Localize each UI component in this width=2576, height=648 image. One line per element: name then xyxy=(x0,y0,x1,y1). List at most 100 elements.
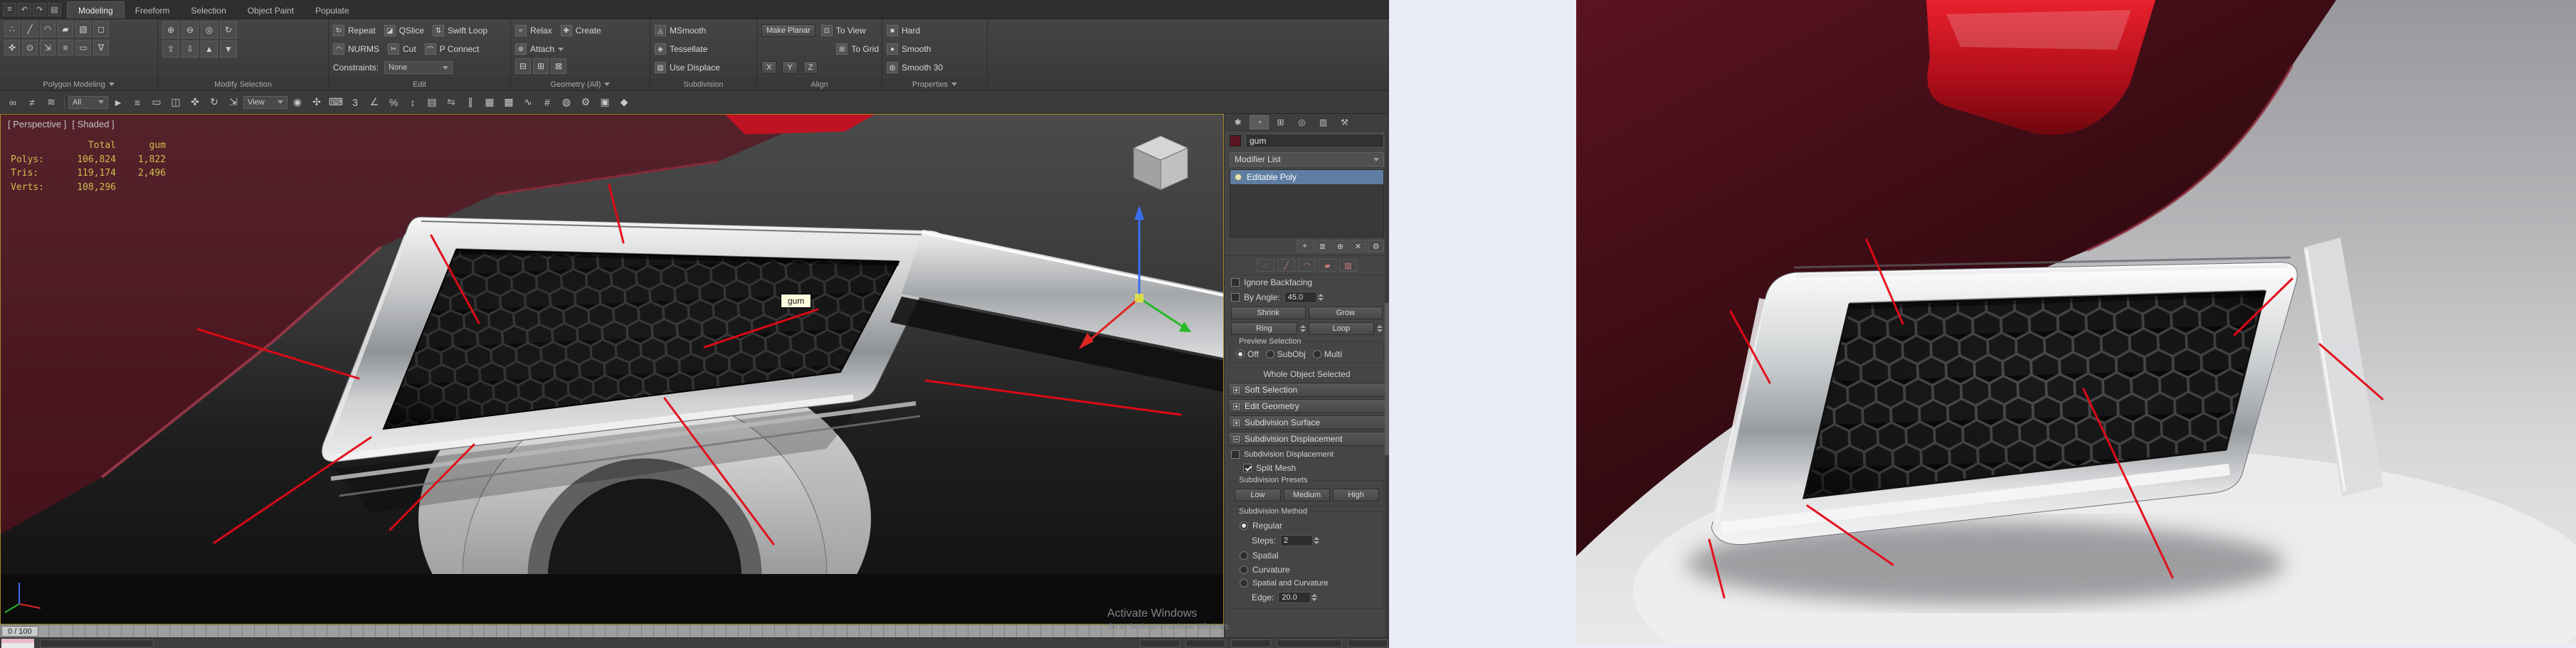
keyboard-override-icon[interactable]: ⌨ xyxy=(327,93,345,112)
panel-label[interactable]: Properties xyxy=(882,78,987,90)
tab-modeling[interactable]: Modeling xyxy=(67,1,125,18)
create-button[interactable]: ✚ Create xyxy=(560,25,601,36)
preview-off-radio[interactable]: Off xyxy=(1236,349,1259,359)
border-mode-icon[interactable]: ◠ xyxy=(40,21,56,37)
element-subobject-icon[interactable]: ▧ xyxy=(1339,259,1357,272)
viewport-pov-label[interactable]: [ Perspective ] xyxy=(8,119,66,129)
rollout-subdivision-displacement[interactable]: Subdivision Displacement xyxy=(1228,432,1385,446)
mirror-icon[interactable]: ⇋ xyxy=(442,93,460,112)
attach-button[interactable]: ⊕ Attach xyxy=(515,43,564,55)
split-mesh-checkbox[interactable] xyxy=(1243,464,1252,472)
render-setup-icon[interactable]: ⚙ xyxy=(576,93,595,112)
expand-selection-icon[interactable]: ⇲ xyxy=(40,40,56,55)
to-grid-button[interactable]: ⊞ To Grid xyxy=(836,43,879,55)
loop-icon[interactable]: ↻ xyxy=(220,21,237,38)
bind-spacewarp-icon[interactable]: ≋ xyxy=(42,93,60,112)
selection-region-icon[interactable]: ▭ xyxy=(147,93,166,112)
tab-selection[interactable]: Selection xyxy=(180,2,236,18)
spinner-snap-icon[interactable]: ↕ xyxy=(403,93,422,112)
named-sets-icon[interactable]: ▤ xyxy=(423,93,441,112)
rollout-soft-selection[interactable]: Soft Selection xyxy=(1228,383,1385,397)
preset-low-button[interactable]: Low xyxy=(1235,489,1281,501)
undo-icon[interactable]: ↶ xyxy=(18,2,31,16)
panel-label[interactable]: Subdivision xyxy=(650,78,756,90)
expand-icon[interactable] xyxy=(1233,419,1240,426)
selection-filter-dropdown[interactable]: All xyxy=(68,95,108,109)
visibility-bulb-icon[interactable] xyxy=(1235,174,1242,181)
coordinate-y-field[interactable] xyxy=(1186,639,1225,647)
motion-tab-icon[interactable]: ◎ xyxy=(1292,115,1311,129)
region-select-icon[interactable]: ▭ xyxy=(75,40,91,55)
spin-up-icon[interactable] xyxy=(1314,537,1320,540)
regular-radio[interactable] xyxy=(1240,521,1248,530)
layer-manager-icon[interactable]: ▦ xyxy=(480,93,499,112)
preset-high-button[interactable]: High xyxy=(1333,489,1379,501)
spin-down-icon[interactable] xyxy=(1317,298,1324,301)
vertex-mode-icon[interactable]: ∴ xyxy=(4,21,20,37)
perspective-viewport[interactable]: [ Perspective ] [ Shaded ] Total gum Pol… xyxy=(0,114,1224,625)
rollout-subdivision-surface[interactable]: Subdivision Surface xyxy=(1228,415,1385,430)
configure-modifier-icon[interactable]: ⚙ xyxy=(1368,240,1384,253)
detach-icon[interactable]: ⊟ xyxy=(515,58,531,74)
tessellate-button[interactable]: ◈ Tessellate xyxy=(655,40,754,58)
msmooth-button[interactable]: ◬ MSmooth xyxy=(655,21,754,40)
steps-spinner[interactable]: 2 xyxy=(1280,535,1320,546)
relax-button[interactable]: ≈ Relax xyxy=(515,25,552,36)
pin-selection-icon[interactable]: ✜ xyxy=(4,40,20,55)
swift-loop-button[interactable]: ⇅ Swift Loop xyxy=(433,25,487,36)
constraints-dropdown[interactable]: None xyxy=(384,61,453,74)
tab-object-paint[interactable]: Object Paint xyxy=(237,2,305,18)
panel-label[interactable]: Align xyxy=(757,78,882,90)
stack-editable-poly[interactable]: Editable Poly xyxy=(1230,170,1383,184)
hierarchy-tab-icon[interactable]: ⊞ xyxy=(1271,115,1290,129)
selection-filter-icon[interactable]: ∇ xyxy=(93,40,109,55)
unlink-icon[interactable]: ≠ xyxy=(23,93,41,112)
pin-stack-icon[interactable]: ⌖ xyxy=(1297,240,1313,253)
spin-down-icon[interactable] xyxy=(1311,598,1318,601)
link-icon[interactable]: ∞ xyxy=(4,93,22,112)
preview-multi-radio[interactable]: Multi xyxy=(1312,349,1342,359)
spatial-curvature-radio[interactable] xyxy=(1240,579,1248,588)
repeat-button[interactable]: ↻ Repeat xyxy=(333,25,376,36)
ring-down-icon[interactable]: ⇩ xyxy=(181,41,199,58)
qslice-button[interactable]: ◪ QSlice xyxy=(384,25,424,36)
window-crossing-icon[interactable]: ◫ xyxy=(167,93,185,112)
grow-button[interactable]: Grow xyxy=(1308,307,1383,319)
loop-up-icon[interactable]: ▲ xyxy=(201,41,218,58)
remove-modifier-icon[interactable]: ✕ xyxy=(1350,240,1366,253)
select-move-icon[interactable]: ✜ xyxy=(186,93,204,112)
p-connect-button[interactable]: ⌒ P Connect xyxy=(424,43,480,55)
percent-snap-icon[interactable]: % xyxy=(384,93,403,112)
utilities-tab-icon[interactable]: ⚒ xyxy=(1335,115,1354,129)
ribbon-toggle-icon[interactable]: ▩ xyxy=(500,93,518,112)
spin-up-icon[interactable] xyxy=(1311,594,1318,597)
maxscript-mini-listener[interactable] xyxy=(1,638,34,648)
align-x-button[interactable]: X xyxy=(761,61,777,74)
panel-label[interactable]: Geometry (All) xyxy=(511,78,650,90)
show-end-result-icon[interactable]: ≣ xyxy=(1314,240,1331,253)
use-displace-button[interactable]: ▨ Use Displace xyxy=(655,58,754,77)
expand-icon[interactable] xyxy=(1233,403,1240,410)
reference-coordinate-dropdown[interactable]: View xyxy=(243,95,287,109)
coordinate-x-field[interactable] xyxy=(1140,639,1180,647)
element-mode-icon[interactable]: ▧ xyxy=(75,21,91,37)
shrink-icon[interactable]: ⊖ xyxy=(181,21,199,38)
loop-button[interactable]: Loop xyxy=(1308,322,1374,335)
vertex-subobject-icon[interactable]: ∴ xyxy=(1257,259,1274,272)
ring-up-icon[interactable]: ⇧ xyxy=(162,41,179,58)
create-tab-icon[interactable]: ✱ xyxy=(1228,115,1247,129)
rendered-frame-icon[interactable]: ▣ xyxy=(596,93,614,112)
snap-toggle-icon[interactable]: 3 xyxy=(346,93,364,112)
slice-plane-icon[interactable]: ⊠ xyxy=(551,58,566,74)
by-angle-spinner[interactable]: 45.0 xyxy=(1284,292,1324,303)
collapse-stack-icon[interactable]: ⊙ xyxy=(22,40,38,55)
grow-icon[interactable]: ⊕ xyxy=(162,21,179,38)
time-slider-button[interactable]: 0 / 100 xyxy=(1,626,38,637)
make-unique-icon[interactable]: ⊕ xyxy=(1332,240,1348,253)
save-icon[interactable]: ▤ xyxy=(48,2,61,16)
shrink-button[interactable]: Shrink xyxy=(1231,307,1306,319)
schematic-view-icon[interactable]: # xyxy=(538,93,556,112)
panel-label[interactable]: Edit xyxy=(329,78,510,90)
app-menu-icon[interactable]: ≡ xyxy=(3,2,16,16)
coordinate-z-field[interactable] xyxy=(1231,639,1271,647)
